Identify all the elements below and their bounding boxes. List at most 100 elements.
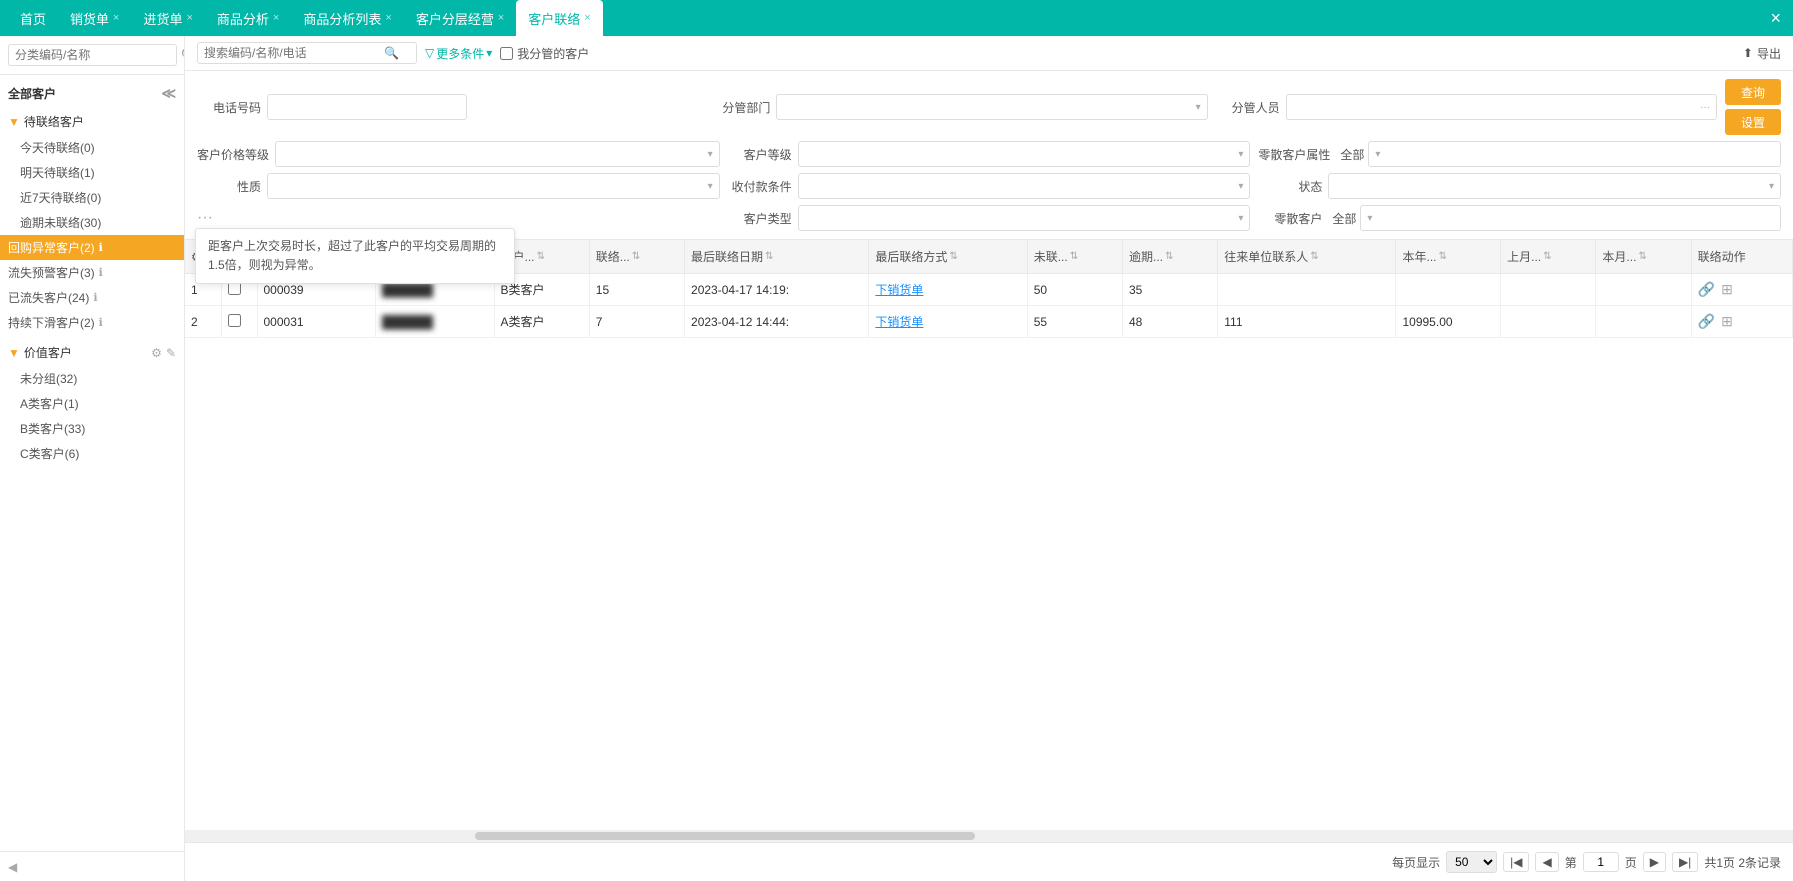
filter-search-icon[interactable]: 🔍 — [384, 46, 399, 60]
sort-icon-type[interactable]: ⇅ — [537, 251, 545, 262]
row2-link-icon[interactable]: 🔗 — [1698, 313, 1715, 330]
value-group-settings-icon[interactable]: ⚙ — [151, 346, 162, 360]
sidebar-bottom[interactable]: ◀ — [0, 851, 184, 881]
sort-icon-last-month[interactable]: ⇅ — [1543, 251, 1551, 262]
sidebar-item-churned[interactable]: 已流失客户(24) ℹ — [0, 285, 184, 310]
sidebar-item-overdue[interactable]: 逾期未联络(30) — [0, 210, 184, 235]
all-customers-label: 全部客户 — [8, 85, 56, 102]
price-grade-select[interactable]: ▾ — [275, 141, 720, 167]
scrollbar-thumb[interactable] — [475, 832, 975, 840]
value-group-arrow: ▼ — [8, 346, 20, 360]
my-customer-check[interactable] — [500, 47, 513, 60]
row2-checkbox[interactable] — [228, 314, 241, 327]
row1-contacts — [1218, 274, 1396, 306]
nav-purchase-order[interactable]: 进货单 × — [131, 0, 204, 36]
filter-chevron-down: ▾ — [486, 46, 492, 60]
sort-icon-overdue[interactable]: ⇅ — [1165, 251, 1173, 262]
sidebar-item-ungrouped[interactable]: 未分组(32) — [0, 366, 184, 391]
all-customers-header[interactable]: 全部客户 ≪ — [0, 79, 184, 108]
row2-overdue: 48 — [1122, 306, 1217, 338]
row1-grid-icon[interactable]: ⊞ — [1721, 281, 1733, 298]
customer-grade-select[interactable]: ▾ — [798, 141, 1251, 167]
close-customer-segment-icon[interactable]: × — [498, 12, 504, 24]
nav-product-analysis[interactable]: 商品分析 × — [205, 0, 291, 36]
retail-customer-chevron: ▾ — [1367, 213, 1372, 224]
nav-product-analysis-list[interactable]: 商品分析列表 × — [291, 0, 403, 36]
nav-customer-segment[interactable]: 客户分层经营 × — [404, 0, 516, 36]
phone-label: 电话号码 — [197, 99, 267, 116]
sidebar-item-class-a[interactable]: A类客户(1) — [0, 391, 184, 416]
value-customer-group[interactable]: ▼ 价值客户 ⚙ ✎ — [0, 339, 184, 366]
sort-icon-year[interactable]: ⇅ — [1439, 251, 1447, 262]
my-customer-checkbox[interactable]: 我分管的客户 — [500, 45, 589, 62]
sidebar-search-input[interactable] — [8, 44, 177, 66]
sort-icon-date[interactable]: ⇅ — [765, 251, 773, 262]
sort-icon-this-month[interactable]: ⇅ — [1638, 251, 1646, 262]
next-page-button[interactable]: ▶ — [1643, 852, 1666, 872]
info-icon-declining: ℹ — [99, 316, 103, 329]
sort-icon-contacts[interactable]: ⇅ — [1310, 251, 1318, 262]
sidebar-search-area: 🔍 — [0, 36, 184, 75]
row2-check — [221, 306, 257, 338]
row1-link-icon[interactable]: 🔗 — [1698, 281, 1715, 298]
sidebar-item-declining[interactable]: 持续下滑客户(2) ℹ — [0, 310, 184, 335]
close-product-analysis-list-icon[interactable]: × — [385, 12, 391, 24]
retail-customer-label: 零散客户 — [1258, 210, 1328, 227]
payment-label: 收付款条件 — [728, 178, 798, 195]
more-dots[interactable]: ··· — [197, 209, 213, 227]
sidebar-item-repurchase-anomaly[interactable]: 回购异常客户(2) ℹ — [0, 235, 184, 260]
retail-customer-select[interactable]: ▾ — [1360, 205, 1781, 231]
filter-action-buttons: 查询 设置 — [1725, 79, 1781, 135]
horizontal-scrollbar[interactable] — [185, 830, 1793, 842]
query-button[interactable]: 查询 — [1725, 79, 1781, 105]
sort-icon-contact[interactable]: ⇅ — [632, 251, 640, 262]
row2-contacts: 111 — [1218, 306, 1396, 338]
filter-more-conditions[interactable]: ▽ 更多条件 ▾ — [425, 45, 492, 62]
sort-icon-uncontacted[interactable]: ⇅ — [1070, 251, 1078, 262]
nav-customer-contact[interactable]: 客户联络 × — [516, 0, 602, 36]
sidebar-tree: 全部客户 ≪ ▼ 待联络客户 今天待联络(0) 明天待联络(1) 近7天待联络(… — [0, 75, 184, 851]
col-last-contact-date: 最后联络日期 ⇅ — [685, 240, 869, 274]
sidebar-item-today[interactable]: 今天待联络(0) — [0, 135, 184, 160]
sort-icon-method[interactable]: ⇅ — [949, 251, 957, 262]
value-group-edit-icon[interactable]: ✎ — [166, 346, 176, 360]
sidebar-item-7days[interactable]: 近7天待联络(0) — [0, 185, 184, 210]
nav-sales-order[interactable]: 销货单 × — [58, 0, 131, 36]
row2-grid-icon[interactable]: ⊞ — [1721, 313, 1733, 330]
sidebar-item-tomorrow[interactable]: 明天待联络(1) — [0, 160, 184, 185]
customer-type-select[interactable]: ▾ — [798, 205, 1251, 231]
close-sales-order-icon[interactable]: × — [113, 12, 119, 24]
retail-attr-select[interactable]: ▾ — [1368, 141, 1781, 167]
close-purchase-order-icon[interactable]: × — [186, 12, 192, 24]
sidebar-item-class-b[interactable]: B类客户(33) — [0, 416, 184, 441]
sidebar-item-churn-warning[interactable]: 流失预警客户(3) ℹ — [0, 260, 184, 285]
export-button[interactable]: ⬆ 导出 — [1743, 45, 1781, 62]
row2-code: 000031 — [257, 306, 376, 338]
nav-home[interactable]: 首页 — [8, 0, 58, 36]
close-customer-contact-icon[interactable]: × — [584, 12, 590, 24]
settings-button[interactable]: 设置 — [1725, 109, 1781, 135]
nature-select[interactable]: ▾ — [267, 173, 720, 199]
advanced-filter: 电话号码 分管部门 ▾ 分管人员 ··· — [185, 71, 1793, 240]
col-year-amount: 本年... ⇅ — [1396, 240, 1501, 274]
status-select[interactable]: ▾ — [1328, 173, 1781, 199]
sidebar-item-class-c[interactable]: C类客户(6) — [0, 441, 184, 466]
phone-input[interactable] — [267, 94, 467, 120]
dept-select[interactable]: ▾ — [776, 94, 1207, 120]
customer-type-field: 客户类型 ▾ — [728, 205, 1251, 231]
last-page-button[interactable]: ▶| — [1672, 852, 1698, 872]
close-all-tabs-button[interactable]: × — [1770, 8, 1781, 29]
filter-search-input[interactable] — [204, 46, 384, 60]
payment-select[interactable]: ▾ — [798, 173, 1251, 199]
row1-this-month — [1596, 274, 1691, 306]
first-page-button[interactable]: |◀ — [1503, 852, 1529, 872]
page-number-input[interactable] — [1583, 852, 1619, 872]
retail-attr-field: 零散客户属性 全部 ▾ — [1258, 141, 1781, 167]
row1-action: 🔗 ⊞ — [1691, 274, 1792, 306]
pending-contact-group[interactable]: ▼ 待联络客户 — [0, 108, 184, 135]
close-product-analysis-icon[interactable]: × — [273, 12, 279, 24]
manager-select[interactable]: ··· — [1286, 94, 1717, 120]
price-grade-field: 客户价格等级 ▾ — [197, 141, 720, 167]
prev-page-button[interactable]: ◀ — [1535, 852, 1558, 872]
per-page-select[interactable]: 50 20 100 — [1446, 851, 1497, 873]
